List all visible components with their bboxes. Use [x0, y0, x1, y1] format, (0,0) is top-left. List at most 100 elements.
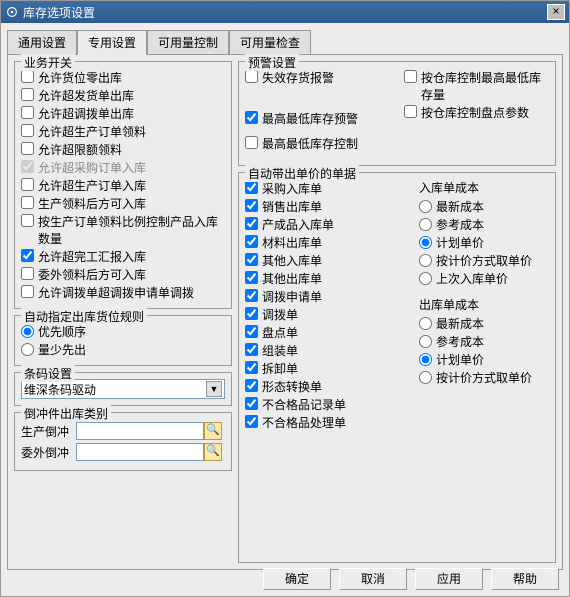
checkbox-label: 组装单 [262, 342, 298, 359]
radio-input[interactable] [419, 218, 432, 231]
checkbox-item[interactable]: 按仓库控制盘点参数 [404, 104, 549, 121]
radio-item[interactable]: 计划单价 [419, 351, 549, 368]
checkbox-item[interactable]: 按仓库控制最高最低库存量 [404, 69, 549, 103]
radio-item[interactable]: 参考成本 [419, 333, 549, 350]
tab-2[interactable]: 可用量控制 [147, 30, 229, 55]
checkbox-input[interactable] [245, 70, 258, 83]
checkbox-item[interactable]: 允许超完工汇报入库 [21, 248, 225, 265]
checkbox-input[interactable] [404, 70, 417, 83]
checkbox-item[interactable]: 不合格品处理单 [245, 414, 419, 431]
cancel-button[interactable]: 取消 [339, 568, 407, 590]
checkbox-item[interactable]: 允许超生产订单领料 [21, 123, 225, 140]
radio-input[interactable] [21, 325, 34, 338]
checkbox-input[interactable] [245, 199, 258, 212]
checkbox-input[interactable] [404, 105, 417, 118]
checkbox-item[interactable]: 调拨申请单 [245, 288, 419, 305]
checkbox-input[interactable] [245, 307, 258, 320]
radio-input[interactable] [419, 200, 432, 213]
ok-button[interactable]: 确定 [263, 568, 331, 590]
checkbox-input[interactable] [245, 235, 258, 248]
prod-chongjian-input[interactable] [76, 422, 204, 440]
checkbox-item[interactable]: 允许超限额领料 [21, 141, 225, 158]
checkbox-input[interactable] [21, 142, 34, 155]
checkbox-item[interactable]: 允许超生产订单入库 [21, 177, 225, 194]
checkbox-input[interactable] [245, 289, 258, 302]
tab-0[interactable]: 通用设置 [7, 30, 77, 55]
checkbox-input[interactable] [245, 415, 258, 428]
checkbox-input[interactable] [245, 343, 258, 356]
checkbox-item[interactable]: 产成品入库单 [245, 216, 419, 233]
checkbox-item[interactable]: 最高最低库存预警 [245, 110, 390, 127]
checkbox-label: 允许超生产订单入库 [38, 177, 146, 194]
checkbox-input[interactable] [21, 124, 34, 137]
checkbox-input[interactable] [21, 214, 34, 227]
radio-item[interactable]: 最新成本 [419, 198, 549, 215]
radio-input[interactable] [419, 371, 432, 384]
checkbox-item[interactable]: 允许调拨单超调拨申请单调拨 [21, 284, 225, 301]
lookup-icon[interactable]: 🔍 [204, 443, 222, 461]
checkbox-item[interactable]: 最高最低库存控制 [245, 135, 390, 152]
checkbox-input[interactable] [245, 271, 258, 284]
checkbox-item[interactable]: 其他入库单 [245, 252, 419, 269]
checkbox-input[interactable] [245, 397, 258, 410]
checkbox-item[interactable]: 销售出库单 [245, 198, 419, 215]
radio-item[interactable]: 按计价方式取单价 [419, 252, 549, 269]
checkbox-input[interactable] [21, 88, 34, 101]
radio-input[interactable] [419, 335, 432, 348]
radio-input[interactable] [419, 353, 432, 366]
checkbox-item[interactable]: 材料出库单 [245, 234, 419, 251]
checkbox-input[interactable] [245, 217, 258, 230]
radio-item[interactable]: 计划单价 [419, 234, 549, 251]
checkbox-item[interactable]: 采购入库单 [245, 180, 419, 197]
radio-item[interactable]: 按计价方式取单价 [419, 369, 549, 386]
checkbox-item[interactable]: 拆卸单 [245, 360, 419, 377]
radio-item[interactable]: 上次入库单价 [419, 270, 549, 287]
checkbox-input[interactable] [245, 253, 258, 266]
radio-item[interactable]: 优先顺序 [21, 323, 225, 340]
checkbox-input[interactable] [245, 181, 258, 194]
radio-input[interactable] [419, 317, 432, 330]
radio-item[interactable]: 参考成本 [419, 216, 549, 233]
checkbox-item[interactable]: 允许货位零出库 [21, 69, 225, 86]
checkbox-item[interactable]: 允许超调拨单出库 [21, 105, 225, 122]
checkbox-input[interactable] [21, 267, 34, 280]
checkbox-item[interactable]: 其他出库单 [245, 270, 419, 287]
checkbox-input[interactable] [21, 249, 34, 262]
checkbox-item[interactable]: 生产领料后方可入库 [21, 195, 225, 212]
radio-input[interactable] [21, 343, 34, 356]
checkbox-input[interactable] [21, 106, 34, 119]
checkbox-item[interactable]: 不合格品记录单 [245, 396, 419, 413]
tab-1[interactable]: 专用设置 [77, 30, 147, 55]
close-icon[interactable]: × [547, 4, 565, 20]
checkbox-item[interactable]: 失效存货报警 [245, 69, 390, 86]
checkbox-input[interactable] [21, 178, 34, 191]
checkbox-item[interactable]: 盘点单 [245, 324, 419, 341]
checkbox-item[interactable]: 允许超发货单出库 [21, 87, 225, 104]
lookup-icon[interactable]: 🔍 [204, 422, 222, 440]
checkbox-item[interactable]: 组装单 [245, 342, 419, 359]
checkbox-input[interactable] [245, 111, 258, 124]
apply-button[interactable]: 应用 [415, 568, 483, 590]
checkbox-input[interactable] [245, 325, 258, 338]
radio-input[interactable] [419, 236, 432, 249]
checkbox-input[interactable] [21, 196, 34, 209]
outs-chongjian-input[interactable] [76, 443, 204, 461]
group-auto-price: 自动带出单价的单据 采购入库单销售出库单产成品入库单材料出库单其他入库单其他出库… [238, 172, 556, 563]
checkbox-item[interactable]: 委外领料后方可入库 [21, 266, 225, 283]
checkbox-input[interactable] [21, 70, 34, 83]
checkbox-input[interactable] [245, 379, 258, 392]
checkbox-item[interactable]: 按生产订单领料比例控制产品入库数量 [21, 213, 225, 247]
checkbox-input[interactable] [21, 285, 34, 298]
tab-3[interactable]: 可用量检查 [229, 30, 311, 55]
checkbox-input[interactable] [245, 361, 258, 374]
help-button[interactable]: 帮助 [491, 568, 559, 590]
radio-input[interactable] [419, 272, 432, 285]
group-warn: 预警设置 失效存货报警最高最低库存预警最高最低库存控制 按仓库控制最高最低库存量… [238, 61, 556, 166]
radio-item[interactable]: 量少先出 [21, 341, 225, 358]
radio-input[interactable] [419, 254, 432, 267]
checkbox-input[interactable] [245, 136, 258, 149]
checkbox-item[interactable]: 调拨单 [245, 306, 419, 323]
barcode-combo[interactable]: 维深条码驱动 ▼ [21, 379, 225, 399]
radio-item[interactable]: 最新成本 [419, 315, 549, 332]
checkbox-item[interactable]: 形态转换单 [245, 378, 419, 395]
